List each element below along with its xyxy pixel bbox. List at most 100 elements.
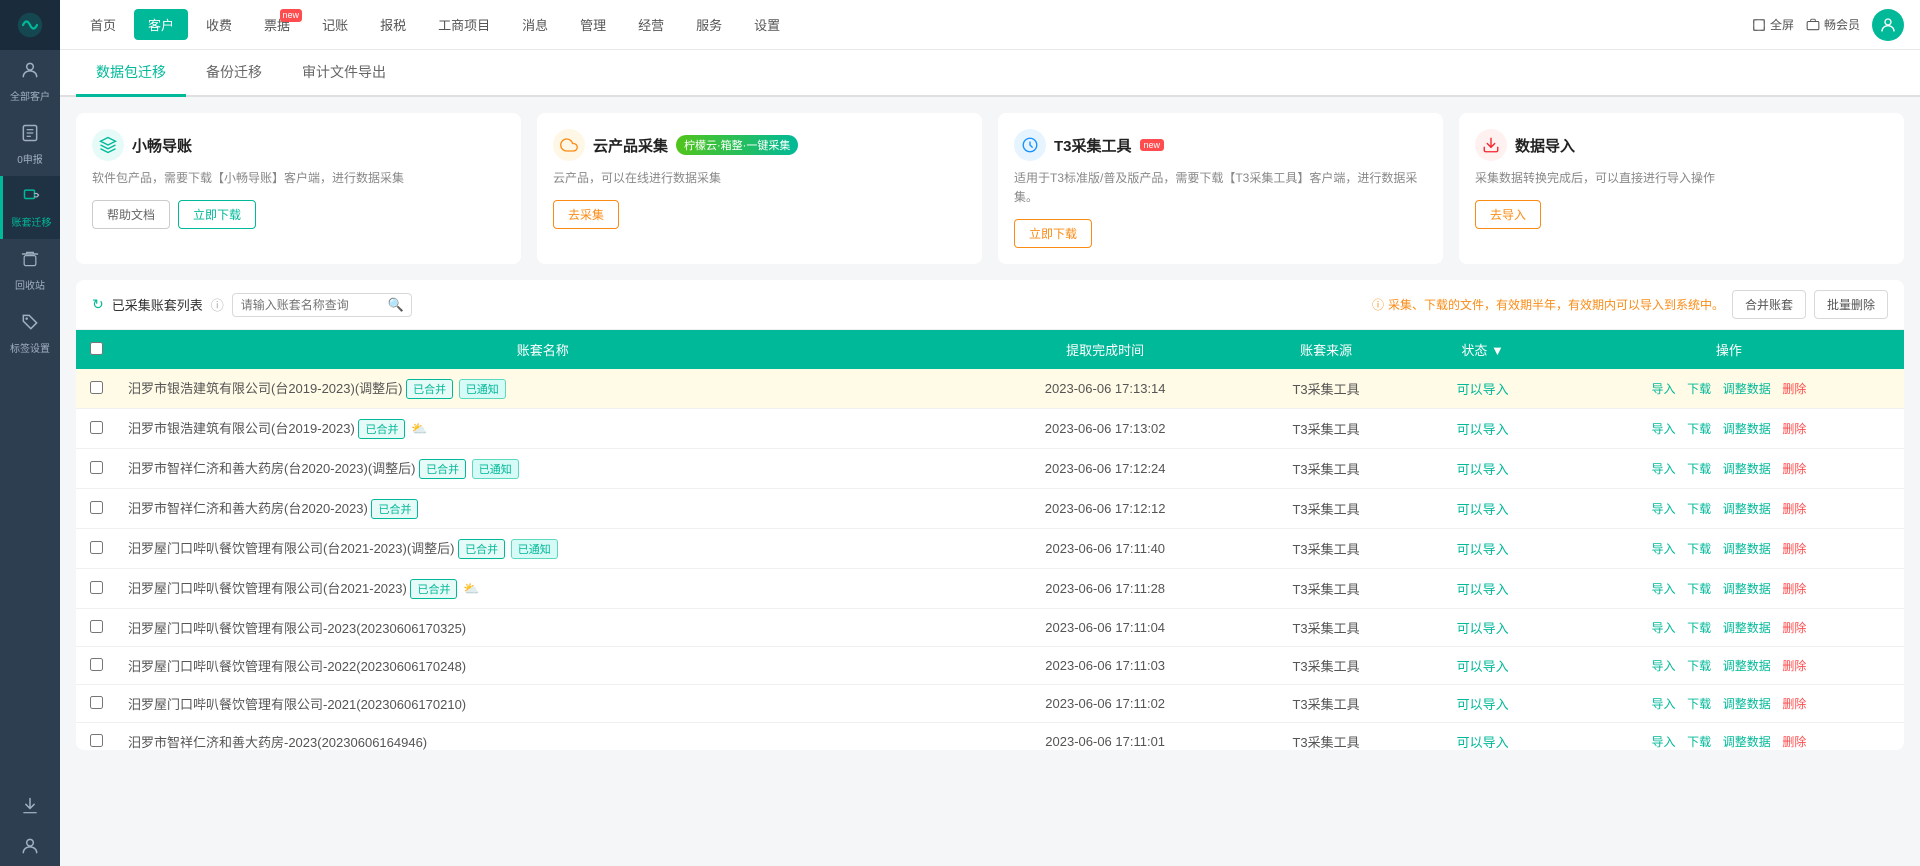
nav-service[interactable]: 服务 bbox=[682, 9, 736, 40]
row-checkbox[interactable] bbox=[90, 421, 103, 434]
delete-action[interactable]: 删除 bbox=[1782, 582, 1806, 596]
download-action[interactable]: 下载 bbox=[1687, 697, 1711, 711]
adjust-data-action[interactable]: 调整数据 bbox=[1723, 582, 1771, 596]
row-status: 可以导入 bbox=[1411, 569, 1553, 609]
row-source: T3采集工具 bbox=[1241, 409, 1412, 449]
row-name: 汨罗市智祥仁济和善大药房(台2020-2023) 已合并 bbox=[116, 489, 970, 529]
row-checkbox[interactable] bbox=[90, 581, 103, 594]
user-avatar[interactable] bbox=[1872, 9, 1904, 41]
download-action[interactable]: 下载 bbox=[1687, 502, 1711, 516]
adjust-data-action[interactable]: 调整数据 bbox=[1723, 502, 1771, 516]
import-action[interactable]: 导入 bbox=[1651, 462, 1675, 476]
import-action[interactable]: 导入 bbox=[1651, 502, 1675, 516]
sidebar-item-tags[interactable]: 标签设置 bbox=[0, 302, 60, 365]
download-action[interactable]: 下载 bbox=[1687, 621, 1711, 635]
row-checkbox[interactable] bbox=[90, 620, 103, 633]
nav-bookkeeping[interactable]: 记账 bbox=[308, 9, 362, 40]
go-import-btn[interactable]: 去导入 bbox=[1475, 200, 1541, 229]
row-source: T3采集工具 bbox=[1241, 449, 1412, 489]
tab-audit-export[interactable]: 审计文件导出 bbox=[282, 50, 406, 97]
search-icon[interactable]: 🔍 bbox=[388, 297, 404, 313]
nav-manage[interactable]: 管理 bbox=[566, 9, 620, 40]
delete-action[interactable]: 删除 bbox=[1782, 697, 1806, 711]
nav-message[interactable]: 消息 bbox=[508, 9, 562, 40]
adjust-data-action[interactable]: 调整数据 bbox=[1723, 462, 1771, 476]
row-checkbox[interactable] bbox=[90, 501, 103, 514]
batch-delete-btn[interactable]: 批量删除 bbox=[1814, 290, 1888, 319]
delete-action[interactable]: 删除 bbox=[1782, 382, 1806, 396]
row-checkbox[interactable] bbox=[90, 658, 103, 671]
sidebar-item-zero-declare[interactable]: 0申报 bbox=[0, 113, 60, 176]
download-action[interactable]: 下载 bbox=[1687, 542, 1711, 556]
tab-backup-migrate[interactable]: 备份迁移 bbox=[186, 50, 282, 97]
cloud-copy-icon[interactable]: ⛅ bbox=[411, 421, 427, 436]
page-content: 数据包迁移 备份迁移 审计文件导出 小畅导账 软件包产品，需要下载【小畅导账】客… bbox=[60, 50, 1920, 866]
row-checkbox[interactable] bbox=[90, 696, 103, 709]
t3-download-btn[interactable]: 立即下载 bbox=[1014, 219, 1092, 248]
sidebar-item-account-migrate[interactable]: 账套迁移 bbox=[0, 176, 60, 239]
nav-operation[interactable]: 经营 bbox=[624, 9, 678, 40]
nav-settings[interactable]: 设置 bbox=[740, 9, 794, 40]
adjust-data-action[interactable]: 调整数据 bbox=[1723, 542, 1771, 556]
help-doc-btn[interactable]: 帮助文档 bbox=[92, 200, 170, 229]
import-action[interactable]: 导入 bbox=[1651, 659, 1675, 673]
row-checkbox[interactable] bbox=[90, 541, 103, 554]
search-input[interactable] bbox=[232, 293, 412, 317]
adjust-data-action[interactable]: 调整数据 bbox=[1723, 422, 1771, 436]
delete-action[interactable]: 删除 bbox=[1782, 542, 1806, 556]
nav-home[interactable]: 首页 bbox=[76, 9, 130, 40]
adjust-data-action[interactable]: 调整数据 bbox=[1723, 382, 1771, 396]
t3-title: T3采集工具 bbox=[1054, 135, 1132, 156]
merge-accounts-btn[interactable]: 合并账套 bbox=[1732, 290, 1806, 319]
select-all-checkbox[interactable] bbox=[90, 342, 103, 355]
download-action[interactable]: 下载 bbox=[1687, 382, 1711, 396]
nav-tax[interactable]: 报税 bbox=[366, 9, 420, 40]
row-actions: 导入 下载 调整数据 删除 bbox=[1554, 409, 1904, 449]
import-action[interactable]: 导入 bbox=[1651, 697, 1675, 711]
row-source: T3采集工具 bbox=[1241, 369, 1412, 409]
import-action[interactable]: 导入 bbox=[1651, 382, 1675, 396]
sidebar-item-recycle[interactable]: 回收站 bbox=[0, 239, 60, 302]
adjust-data-action[interactable]: 调整数据 bbox=[1723, 621, 1771, 635]
row-checkbox[interactable] bbox=[90, 461, 103, 474]
delete-action[interactable]: 删除 bbox=[1782, 502, 1806, 516]
tab-data-migrate[interactable]: 数据包迁移 bbox=[76, 50, 186, 97]
app-logo[interactable] bbox=[0, 0, 60, 50]
nav-business[interactable]: 工商项目 bbox=[424, 9, 504, 40]
download-action[interactable]: 下载 bbox=[1687, 462, 1711, 476]
row-checkbox[interactable] bbox=[90, 381, 103, 394]
download-action[interactable]: 下载 bbox=[1687, 422, 1711, 436]
nav-fee[interactable]: 收费 bbox=[192, 9, 246, 40]
nav-ticket[interactable]: 票据 new bbox=[250, 9, 304, 40]
adjust-data-action[interactable]: 调整数据 bbox=[1723, 735, 1771, 749]
member-btn[interactable]: 畅会员 bbox=[1806, 16, 1860, 33]
download-action[interactable]: 下载 bbox=[1687, 659, 1711, 673]
adjust-data-action[interactable]: 调整数据 bbox=[1723, 659, 1771, 673]
delete-action[interactable]: 删除 bbox=[1782, 621, 1806, 635]
import-action[interactable]: 导入 bbox=[1651, 621, 1675, 635]
refresh-icon[interactable]: ↻ bbox=[92, 296, 104, 313]
sidebar-user[interactable] bbox=[0, 826, 60, 866]
row-tag: 已合并 bbox=[419, 459, 466, 479]
cloud-copy-icon[interactable]: ⛅ bbox=[463, 581, 479, 596]
delete-action[interactable]: 删除 bbox=[1782, 462, 1806, 476]
table-help-icon[interactable]: ⓘ bbox=[211, 295, 224, 314]
download-now-btn[interactable]: 立即下载 bbox=[178, 200, 256, 229]
import-action[interactable]: 导入 bbox=[1651, 735, 1675, 749]
delete-action[interactable]: 删除 bbox=[1782, 422, 1806, 436]
go-collect-btn[interactable]: 去采集 bbox=[553, 200, 619, 229]
adjust-data-action[interactable]: 调整数据 bbox=[1723, 697, 1771, 711]
nav-customer[interactable]: 客户 bbox=[134, 9, 188, 40]
fullscreen-btn[interactable]: 全屏 bbox=[1752, 16, 1794, 33]
row-checkbox[interactable] bbox=[90, 734, 103, 747]
import-action[interactable]: 导入 bbox=[1651, 582, 1675, 596]
sidebar-item-all-customers[interactable]: 全部客户 bbox=[0, 50, 60, 113]
sidebar-download[interactable] bbox=[0, 786, 60, 826]
import-action[interactable]: 导入 bbox=[1651, 422, 1675, 436]
import-action[interactable]: 导入 bbox=[1651, 542, 1675, 556]
download-action[interactable]: 下载 bbox=[1687, 735, 1711, 749]
delete-action[interactable]: 删除 bbox=[1782, 659, 1806, 673]
delete-action[interactable]: 删除 bbox=[1782, 735, 1806, 749]
download-action[interactable]: 下载 bbox=[1687, 582, 1711, 596]
cards-row: 小畅导账 软件包产品，需要下载【小畅导账】客户端，进行数据采集 帮助文档 立即下… bbox=[76, 113, 1904, 264]
